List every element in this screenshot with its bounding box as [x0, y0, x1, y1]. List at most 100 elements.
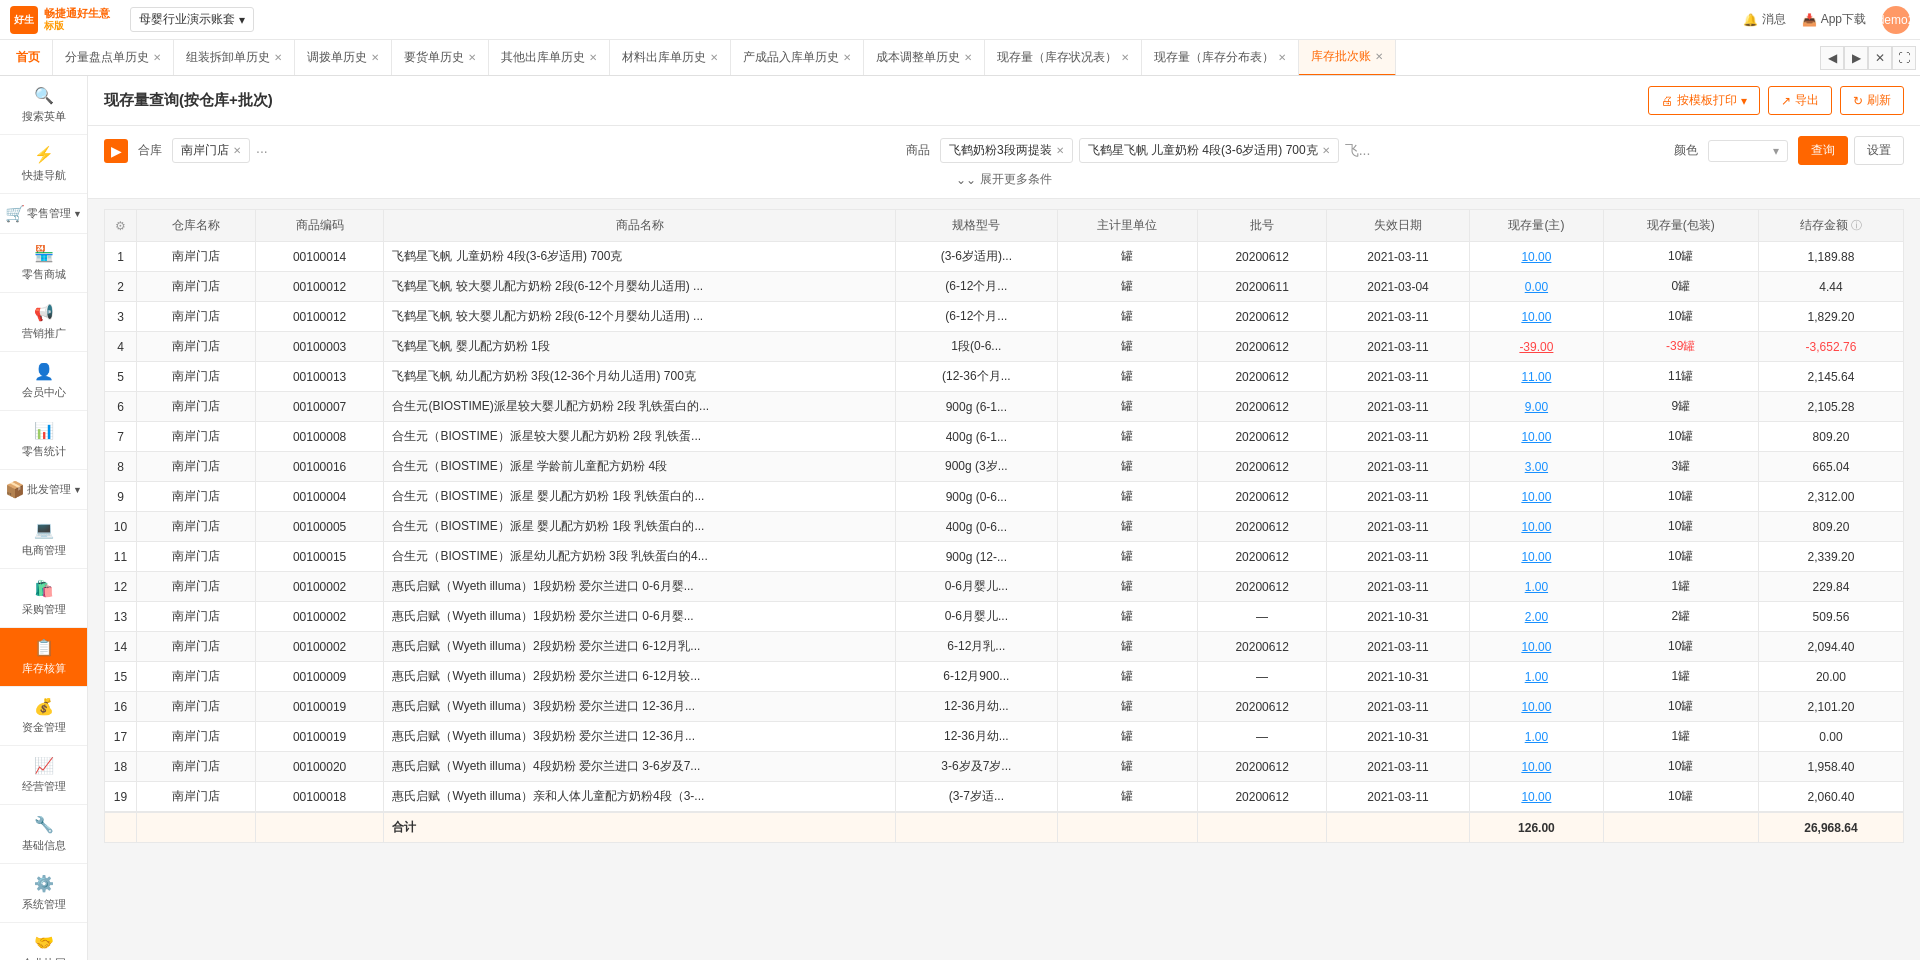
table-row: 15 南岸门店 00100009 惠氏启赋（Wyeth illuma）2段奶粉 …: [105, 662, 1904, 692]
footer-empty-4: [896, 812, 1057, 843]
tab-7[interactable]: 产成品入库单历史 ✕: [731, 40, 864, 76]
filter-expand-arrow[interactable]: ▶: [104, 139, 128, 163]
tab-close-2[interactable]: ✕: [274, 52, 282, 63]
tab-close-11[interactable]: ✕: [1375, 51, 1383, 62]
sidebar-item-retail-stats[interactable]: 📊 零售统计: [0, 411, 87, 470]
tab-6[interactable]: 材料出库单历史 ✕: [610, 40, 731, 76]
messages-btn[interactable]: 🔔 消息: [1743, 11, 1786, 28]
tab-8[interactable]: 成本调整单历史 ✕: [864, 40, 985, 76]
tab-3[interactable]: 调拨单历史 ✕: [295, 40, 392, 76]
warehouse-tag-nangang[interactable]: 南岸门店 ✕: [172, 138, 250, 163]
table-row: 7 南岸门店 00100008 合生元（BIOSTIME）派星较大婴儿配方奶粉 …: [105, 422, 1904, 452]
tab-2[interactable]: 组装拆卸单历史 ✕: [174, 40, 295, 76]
cell-warehouse: 南岸门店: [137, 602, 256, 632]
warehouse-more[interactable]: ···: [256, 143, 268, 159]
tab-9[interactable]: 现存量（库存状况表） ✕: [985, 40, 1142, 76]
tab-next-btn[interactable]: ▶: [1844, 46, 1868, 70]
cell-qty-main[interactable]: 10.00: [1470, 782, 1603, 813]
tab-close-5[interactable]: ✕: [589, 52, 597, 63]
query-btn[interactable]: 查询: [1798, 136, 1848, 165]
cell-qty-main[interactable]: 1.00: [1470, 722, 1603, 752]
cell-qty-main[interactable]: 0.00: [1470, 272, 1603, 302]
info-icon[interactable]: ⓘ: [1851, 219, 1862, 231]
cell-qty-main[interactable]: 10.00: [1470, 302, 1603, 332]
sidebar-item-system[interactable]: ⚙️ 系统管理: [0, 864, 87, 923]
tab-11[interactable]: 库存批次账 ✕: [1299, 40, 1396, 76]
warehouse-tag-close[interactable]: ✕: [233, 145, 241, 156]
cell-unit: 罐: [1057, 722, 1198, 752]
tab-4[interactable]: 要货单历史 ✕: [392, 40, 489, 76]
sidebar-item-retail-mgmt[interactable]: 🛒 零售管理 ▼: [0, 194, 87, 234]
cell-qty-main[interactable]: 9.00: [1470, 392, 1603, 422]
product-tag-1[interactable]: 飞鹤奶粉3段两提装 ✕: [940, 138, 1073, 163]
product-tag-2[interactable]: 飞鹤星飞帆 儿童奶粉 4段(3-6岁适用) 700克 ✕: [1079, 138, 1339, 163]
cell-qty-pkg: 9罐: [1603, 392, 1758, 422]
product-more[interactable]: 飞...: [1345, 142, 1371, 160]
export-btn[interactable]: ↗ 导出: [1768, 86, 1832, 115]
company-selector[interactable]: 母婴行业演示账套 ▾: [130, 7, 254, 32]
settings-btn[interactable]: 设置: [1854, 136, 1904, 165]
tab-close-10[interactable]: ✕: [1278, 52, 1286, 63]
cell-qty-main[interactable]: 1.00: [1470, 662, 1603, 692]
tab-close-9[interactable]: ✕: [1121, 52, 1129, 63]
refresh-btn[interactable]: ↻ 刷新: [1840, 86, 1904, 115]
cell-warehouse: 南岸门店: [137, 272, 256, 302]
sidebar-item-nav[interactable]: ⚡ 快捷导航: [0, 135, 87, 194]
cell-qty-main[interactable]: 10.00: [1470, 692, 1603, 722]
tab-home[interactable]: 首页: [4, 40, 53, 76]
tab-10[interactable]: 现存量（库存分布表） ✕: [1142, 40, 1299, 76]
tab-close-all-btn[interactable]: ✕: [1868, 46, 1892, 70]
cell-expire: 2021-03-11: [1326, 452, 1469, 482]
cell-qty-main[interactable]: -39.00: [1470, 332, 1603, 362]
cell-qty-main[interactable]: 10.00: [1470, 542, 1603, 572]
cell-qty-main[interactable]: 2.00: [1470, 602, 1603, 632]
tab-fullscreen-btn[interactable]: ⛶: [1892, 46, 1916, 70]
sidebar-item-wholesale[interactable]: 📦 批发管理 ▼: [0, 470, 87, 510]
tab-close-1[interactable]: ✕: [153, 52, 161, 63]
tab-prev-btn[interactable]: ◀: [1820, 46, 1844, 70]
cell-qty-main[interactable]: 10.00: [1470, 752, 1603, 782]
sidebar-item-ecommerce[interactable]: 💻 电商管理: [0, 510, 87, 569]
tab-close-8[interactable]: ✕: [964, 52, 972, 63]
tab-5[interactable]: 其他出库单历史 ✕: [489, 40, 610, 76]
cell-warehouse: 南岸门店: [137, 632, 256, 662]
product-tag-2-close[interactable]: ✕: [1322, 145, 1330, 156]
sidebar-item-purchase[interactable]: 🛍️ 采购管理: [0, 569, 87, 628]
tab-close-4[interactable]: ✕: [468, 52, 476, 63]
product-tag-1-close[interactable]: ✕: [1056, 145, 1064, 156]
settings-icon[interactable]: ⚙: [115, 219, 126, 233]
sidebar-item-inventory[interactable]: 📋 库存核算: [0, 628, 87, 687]
cell-batch: 20200612: [1198, 512, 1327, 542]
sidebar-item-finance[interactable]: 💰 资金管理: [0, 687, 87, 746]
tab-close-7[interactable]: ✕: [843, 52, 851, 63]
footer-empty-7: [1326, 812, 1469, 843]
table-row: 14 南岸门店 00100002 惠氏启赋（Wyeth illuma）2段奶粉 …: [105, 632, 1904, 662]
sidebar-item-corp-collab[interactable]: 🤝 企业协同: [0, 923, 87, 960]
sidebar-item-management[interactable]: 📈 经营管理: [0, 746, 87, 805]
cell-name: 惠氏启赋（Wyeth illuma）3段奶粉 爱尔兰进口 12-36月...: [384, 722, 896, 752]
sidebar-item-members[interactable]: 👤 会员中心: [0, 352, 87, 411]
col-settings[interactable]: ⚙: [105, 210, 137, 242]
color-filter[interactable]: ▾: [1708, 140, 1788, 162]
sidebar-item-retail-shop[interactable]: 🏪 零售商城: [0, 234, 87, 293]
print-btn[interactable]: 🖨 按模板打印 ▾: [1648, 86, 1760, 115]
cell-qty-main[interactable]: 10.00: [1470, 482, 1603, 512]
tab-close-3[interactable]: ✕: [371, 52, 379, 63]
cell-qty-main[interactable]: 10.00: [1470, 242, 1603, 272]
sidebar-item-search[interactable]: 🔍 搜索英单: [0, 76, 87, 135]
table-row: 9 南岸门店 00100004 合生元（BIOSTIME）派星 婴儿配方奶粉 1…: [105, 482, 1904, 512]
sidebar-item-basic-info[interactable]: 🔧 基础信息: [0, 805, 87, 864]
tab-close-6[interactable]: ✕: [710, 52, 718, 63]
cell-qty-main[interactable]: 10.00: [1470, 422, 1603, 452]
sidebar-item-marketing[interactable]: 📢 营销推广: [0, 293, 87, 352]
cell-qty-main[interactable]: 11.00: [1470, 362, 1603, 392]
expand-btn[interactable]: ⌄⌄ 展开更多条件: [956, 171, 1052, 188]
cell-qty-main[interactable]: 3.00: [1470, 452, 1603, 482]
app-download-btn[interactable]: 📥 App下载: [1802, 11, 1866, 28]
cell-code: 00100012: [255, 302, 384, 332]
cell-qty-main[interactable]: 10.00: [1470, 512, 1603, 542]
tab-1[interactable]: 分量盘点单历史 ✕: [53, 40, 174, 76]
user-avatar[interactable]: demo2: [1882, 6, 1910, 34]
cell-qty-main[interactable]: 1.00: [1470, 572, 1603, 602]
cell-qty-main[interactable]: 10.00: [1470, 632, 1603, 662]
